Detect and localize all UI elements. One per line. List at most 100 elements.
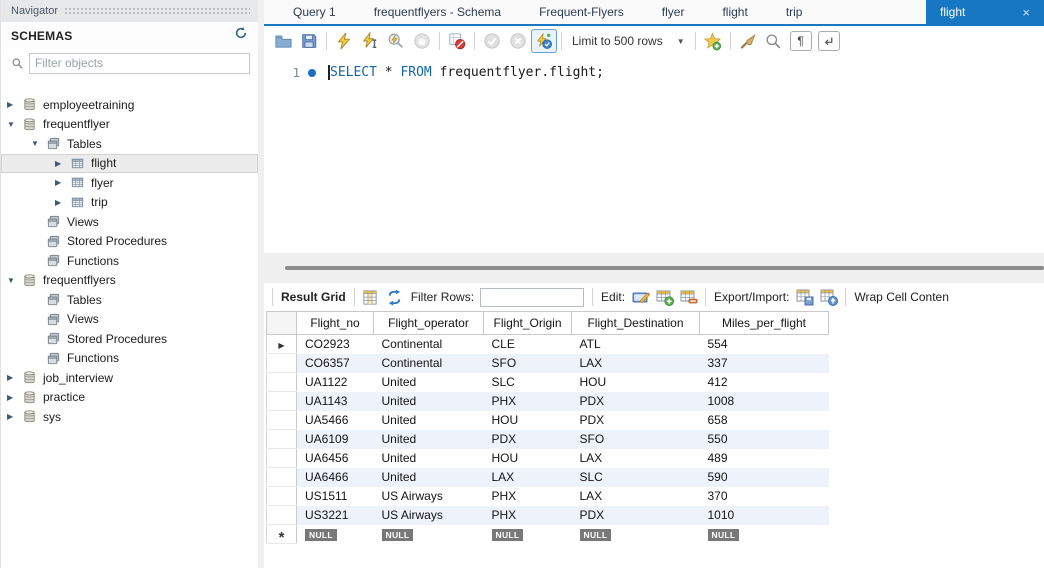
tab-frequent-flyers[interactable]: Frequent-Flyers: [520, 0, 643, 24]
cell[interactable]: United: [374, 373, 484, 392]
column-header-flight-origin[interactable]: Flight_Origin: [483, 311, 572, 335]
cell[interactable]: HOU: [484, 411, 572, 430]
tree-item-job-interview[interactable]: ▶ job_interview: [1, 368, 258, 388]
cell[interactable]: UA1122: [297, 373, 374, 392]
cell[interactable]: SFO: [571, 429, 700, 449]
tree-item-sys[interactable]: ▶ sys: [1, 407, 258, 427]
column-header-flight-operator[interactable]: Flight_operator: [373, 311, 484, 335]
add-row-icon[interactable]: [653, 286, 677, 308]
table-row[interactable]: UA5466 United HOU PDX 658: [266, 410, 829, 430]
table-row[interactable]: ▶ CO2923 Continental CLE ATL 554: [266, 334, 829, 354]
cell-null[interactable]: NULL: [374, 525, 484, 544]
expand-arrow-icon[interactable]: ▶: [55, 178, 70, 187]
edit-record-icon[interactable]: [629, 286, 653, 308]
save-icon[interactable]: [296, 29, 322, 53]
cell[interactable]: UA1143: [296, 391, 374, 411]
delete-row-icon[interactable]: [677, 286, 701, 308]
cell[interactable]: CO6357: [296, 353, 374, 373]
filter-objects-input[interactable]: [29, 52, 250, 74]
row-header[interactable]: [266, 391, 297, 411]
table-row[interactable]: UA1143 United PHX PDX 1008: [266, 391, 829, 411]
cell[interactable]: United: [373, 467, 484, 487]
tab-flyer[interactable]: flyer: [643, 0, 704, 24]
filter-rows-input[interactable]: [480, 287, 585, 307]
tab-query-1[interactable]: Query 1: [274, 0, 355, 24]
tree-item-tables[interactable]: Tables: [1, 290, 258, 310]
cell[interactable]: PDX: [571, 391, 700, 411]
cell[interactable]: CLE: [484, 335, 572, 354]
cell[interactable]: United: [374, 449, 484, 468]
tree-item-views[interactable]: Views: [1, 212, 258, 232]
new-row[interactable]: * NULL NULL NULL NULL NULL: [266, 524, 829, 546]
find-icon[interactable]: [761, 29, 787, 53]
cell[interactable]: PDX: [572, 411, 700, 430]
open-script-icon[interactable]: [270, 29, 296, 53]
tree-item-stored-procedures[interactable]: Stored Procedures: [1, 232, 258, 252]
beautify-icon[interactable]: [735, 29, 761, 53]
tree-item-practice[interactable]: ▶ practice: [1, 388, 258, 408]
table-row[interactable]: UA6466 United LAX SLC 590: [266, 467, 829, 487]
tree-item-functions[interactable]: Functions: [1, 251, 258, 271]
cell[interactable]: UA6109: [296, 429, 374, 449]
tree-item-stored-procedures[interactable]: Stored Procedures: [1, 329, 258, 349]
cell[interactable]: UA6466: [296, 467, 374, 487]
column-header-flight-no[interactable]: Flight_no: [296, 311, 374, 335]
cell[interactable]: LAX: [572, 449, 700, 468]
tab-close-icon[interactable]: ×: [1022, 5, 1030, 20]
execute-current-icon[interactable]: [357, 29, 383, 53]
cell[interactable]: 590: [699, 467, 829, 487]
table-row[interactable]: UA6109 United PDX SFO 550: [266, 429, 829, 449]
tree-item-employeetraining[interactable]: ▶ employeetraining: [1, 95, 258, 115]
expand-arrow-icon[interactable]: ▶: [7, 412, 22, 421]
row-header[interactable]: [266, 410, 297, 430]
cell[interactable]: SFO: [483, 353, 572, 373]
sql-code-editor[interactable]: 1 SELECT * FROM frequentflyer.flight;: [264, 56, 1044, 253]
cell[interactable]: PHX: [483, 391, 572, 411]
toggle-wrap-icon[interactable]: [817, 31, 840, 51]
table-row[interactable]: US3221 US Airways PHX PDX 1010: [266, 505, 829, 525]
cell[interactable]: PDX: [483, 429, 572, 449]
table-row[interactable]: UA1122 United SLC HOU 412: [266, 372, 829, 392]
cell[interactable]: SLC: [571, 467, 700, 487]
splitter-handle[interactable]: [285, 266, 1044, 270]
cell-null[interactable]: NULL: [297, 525, 374, 544]
row-header[interactable]: [266, 467, 297, 487]
collapse-arrow-icon[interactable]: ▼: [7, 120, 22, 129]
cell[interactable]: 489: [700, 449, 829, 468]
collapse-arrow-icon[interactable]: ▼: [31, 139, 46, 148]
export-icon[interactable]: [793, 286, 817, 308]
cell[interactable]: US1511: [297, 487, 374, 506]
expand-arrow-icon[interactable]: ▶: [55, 198, 70, 207]
cell[interactable]: 1010: [699, 505, 829, 525]
expand-arrow-icon[interactable]: ▶: [7, 373, 22, 382]
cell[interactable]: Continental: [374, 335, 484, 354]
tree-item-frequentflyers[interactable]: ▼ frequentflyers: [1, 271, 258, 291]
cell[interactable]: LAX: [572, 487, 700, 506]
cell[interactable]: US Airways: [374, 487, 484, 506]
cell[interactable]: UA5466: [297, 411, 374, 430]
row-header[interactable]: [266, 448, 297, 468]
import-icon[interactable]: [817, 286, 841, 308]
tab-trip[interactable]: trip: [767, 0, 822, 24]
cell[interactable]: PDX: [571, 505, 700, 525]
execute-icon[interactable]: [331, 29, 357, 53]
row-header[interactable]: [266, 372, 297, 392]
cell-null[interactable]: NULL: [572, 525, 700, 544]
refresh-schemas-icon[interactable]: [234, 26, 248, 45]
row-header[interactable]: ▶: [266, 334, 297, 354]
tree-item-functions[interactable]: Functions: [1, 349, 258, 369]
row-header[interactable]: [266, 429, 297, 449]
cell[interactable]: HOU: [484, 449, 572, 468]
row-header[interactable]: [266, 353, 297, 373]
cell[interactable]: 412: [700, 373, 829, 392]
column-header-miles-per-flight[interactable]: Miles_per_flight: [699, 311, 829, 335]
cell[interactable]: 370: [700, 487, 829, 506]
tab-flight[interactable]: flight ×: [926, 0, 1044, 24]
cell[interactable]: 554: [700, 335, 829, 354]
cell[interactable]: UA6456: [297, 449, 374, 468]
table-row[interactable]: US1511 US Airways PHX LAX 370: [266, 486, 829, 506]
collapse-arrow-icon[interactable]: ▼: [7, 276, 22, 285]
tree-item-flight[interactable]: ▶ flight: [1, 153, 258, 173]
column-header-flight-destination[interactable]: Flight_Destination: [571, 311, 700, 335]
cell[interactable]: ATL: [572, 335, 700, 354]
